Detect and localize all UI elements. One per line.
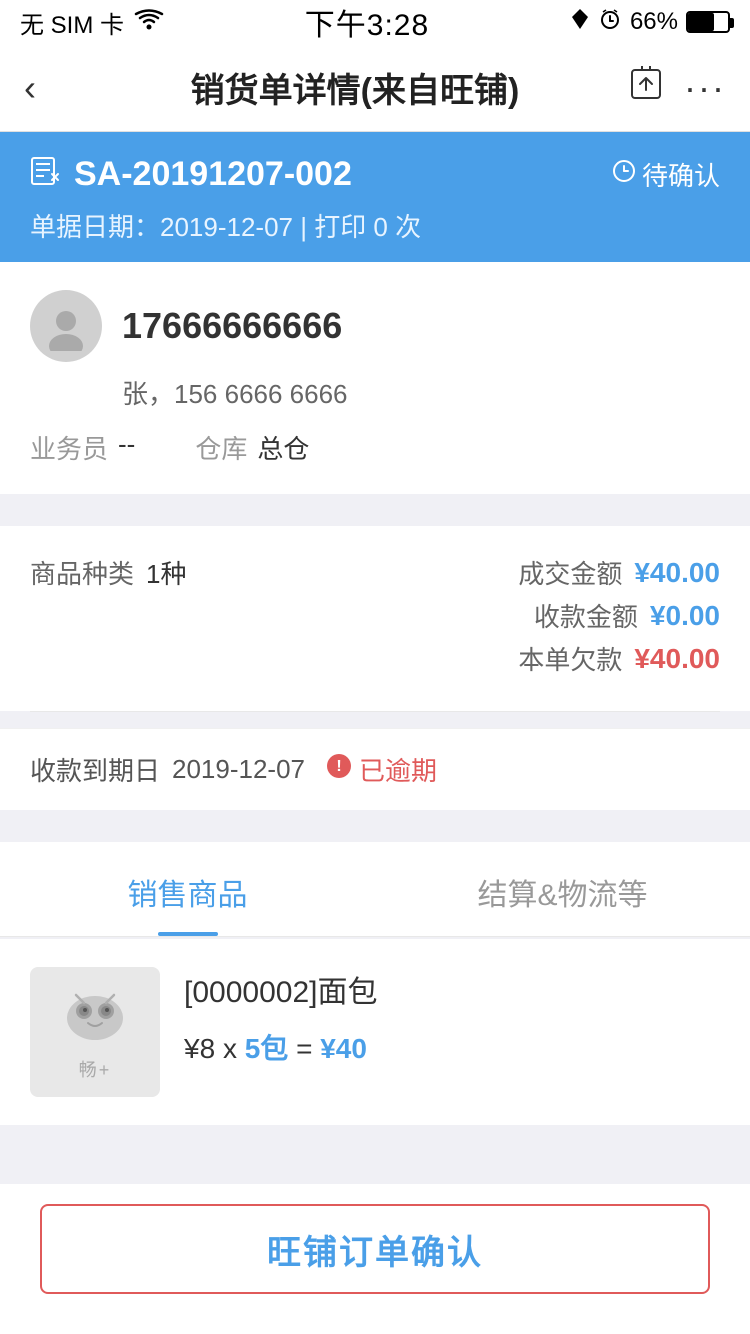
owl-icon <box>60 983 130 1052</box>
product-types-label: 商品种类 <box>30 554 134 591</box>
product-price: ¥8 x 5包 = ¥40 <box>184 1027 720 1067</box>
order-banner-top: SA-20191207-002 待确认 <box>30 154 720 195</box>
order-status: 待确认 <box>612 156 720 193</box>
owed-amount-value: ¥40.00 <box>634 643 720 675</box>
invoice-icon <box>30 154 62 195</box>
salesperson-label: 业务员 <box>30 429 108 466</box>
warning-icon: ! <box>325 752 353 787</box>
summary-row: 商品种类 1种 成交金额 ¥40.00 收款金额 ¥0.00 本单欠款 ¥40.… <box>30 554 720 683</box>
product-card: 畅+ [0000002]面包 ¥8 x 5包 = ¥40 <box>0 939 750 1125</box>
wifi-icon <box>134 8 164 37</box>
share-icon[interactable] <box>628 66 664 109</box>
owed-amount-row: 本单欠款 ¥40.00 <box>518 640 720 677</box>
received-amount-label: 收款金额 <box>534 597 638 634</box>
nav-actions: ··· <box>626 66 726 109</box>
status-right: 66% <box>570 7 730 38</box>
customer-phone: 17666666666 <box>122 305 342 347</box>
order-id: SA-20191207-002 <box>30 154 352 195</box>
divider-2 <box>0 810 750 826</box>
due-date-value: 2019-12-07 <box>172 754 305 785</box>
owed-amount-label: 本单欠款 <box>518 640 622 677</box>
order-banner: SA-20191207-002 待确认 单据日期：2019-12-07 | 打印… <box>0 132 750 262</box>
product-thumbnail: 畅+ <box>30 967 160 1097</box>
nav-bar: ‹ 销货单详情(来自旺铺) ··· <box>0 44 750 132</box>
summary-right: 成交金额 ¥40.00 收款金额 ¥0.00 本单欠款 ¥40.00 <box>518 554 720 683</box>
avatar <box>30 290 102 362</box>
product-info: [0000002]面包 ¥8 x 5包 = ¥40 <box>184 967 720 1067</box>
tab-sales-product[interactable]: 销售商品 <box>0 842 375 936</box>
tabs-row: 销售商品 结算&物流等 <box>0 842 750 936</box>
battery-icon <box>686 11 730 33</box>
salesperson-item: 业务员 -- <box>30 429 135 466</box>
battery-percent: 66% <box>630 8 678 36</box>
tab-settlement[interactable]: 结算&物流等 <box>375 842 750 936</box>
confirm-order-button[interactable]: 旺铺订单确认 <box>40 1204 710 1294</box>
divider-1 <box>0 494 750 510</box>
svg-text:!: ! <box>336 758 341 775</box>
product-qty: 5包 <box>245 1033 289 1064</box>
price-unit: ¥8 <box>184 1033 215 1064</box>
product-name: [0000002]面包 <box>184 967 720 1011</box>
page-title: 销货单详情(来自旺铺) <box>84 63 626 112</box>
warehouse-item: 仓库 总仓 <box>195 429 309 466</box>
warehouse-label: 仓库 <box>195 429 247 466</box>
due-date-label: 收款到期日 <box>30 751 160 788</box>
customer-top: 17666666666 <box>30 290 720 362</box>
order-meta: 单据日期：2019-12-07 | 打印 0 次 <box>30 207 720 244</box>
more-icon[interactable]: ··· <box>684 67 726 109</box>
status-bar: 无 SIM 卡 下午3:28 66% <box>0 0 750 44</box>
summary-left: 商品种类 1种 <box>30 554 186 591</box>
thin-divider <box>30 711 720 712</box>
received-amount-value: ¥0.00 <box>650 600 720 632</box>
summary-card: 商品种类 1种 成交金额 ¥40.00 收款金额 ¥0.00 本单欠款 ¥40.… <box>0 526 750 711</box>
status-left: 无 SIM 卡 <box>20 5 164 40</box>
customer-name: 张，156 6666 6666 <box>122 374 720 411</box>
overdue-text: 已逾期 <box>359 751 437 788</box>
deal-amount-row: 成交金额 ¥40.00 <box>518 554 720 591</box>
back-button[interactable]: ‹ <box>24 67 84 109</box>
salesperson-value: -- <box>118 429 135 466</box>
received-amount-row: 收款金额 ¥0.00 <box>518 597 720 634</box>
status-time: 下午3:28 <box>305 0 429 44</box>
product-total: ¥40 <box>320 1033 367 1064</box>
brand-text: 畅+ <box>79 1056 112 1082</box>
alarm-icon <box>598 7 622 38</box>
deal-amount-label: 成交金额 <box>518 554 622 591</box>
overdue-badge: ! 已逾期 <box>325 751 437 788</box>
clock-icon <box>612 159 636 190</box>
deal-amount-value: ¥40.00 <box>634 557 720 589</box>
warehouse-value: 总仓 <box>257 429 309 466</box>
customer-card: 17666666666 张，156 6666 6666 业务员 -- 仓库 总仓 <box>0 262 750 494</box>
multiply-sign: x <box>223 1033 237 1064</box>
bottom-bar: 旺铺订单确认 <box>0 1184 750 1334</box>
product-count: 1种 <box>146 554 186 591</box>
carrier-text: 无 SIM 卡 <box>20 5 124 40</box>
due-date-card: 收款到期日 2019-12-07 ! 已逾期 <box>0 728 750 810</box>
location-icon <box>570 7 590 38</box>
equals-sign: = <box>296 1033 312 1064</box>
customer-meta: 业务员 -- 仓库 总仓 <box>30 425 720 466</box>
tabs-container: 销售商品 结算&物流等 <box>0 842 750 937</box>
